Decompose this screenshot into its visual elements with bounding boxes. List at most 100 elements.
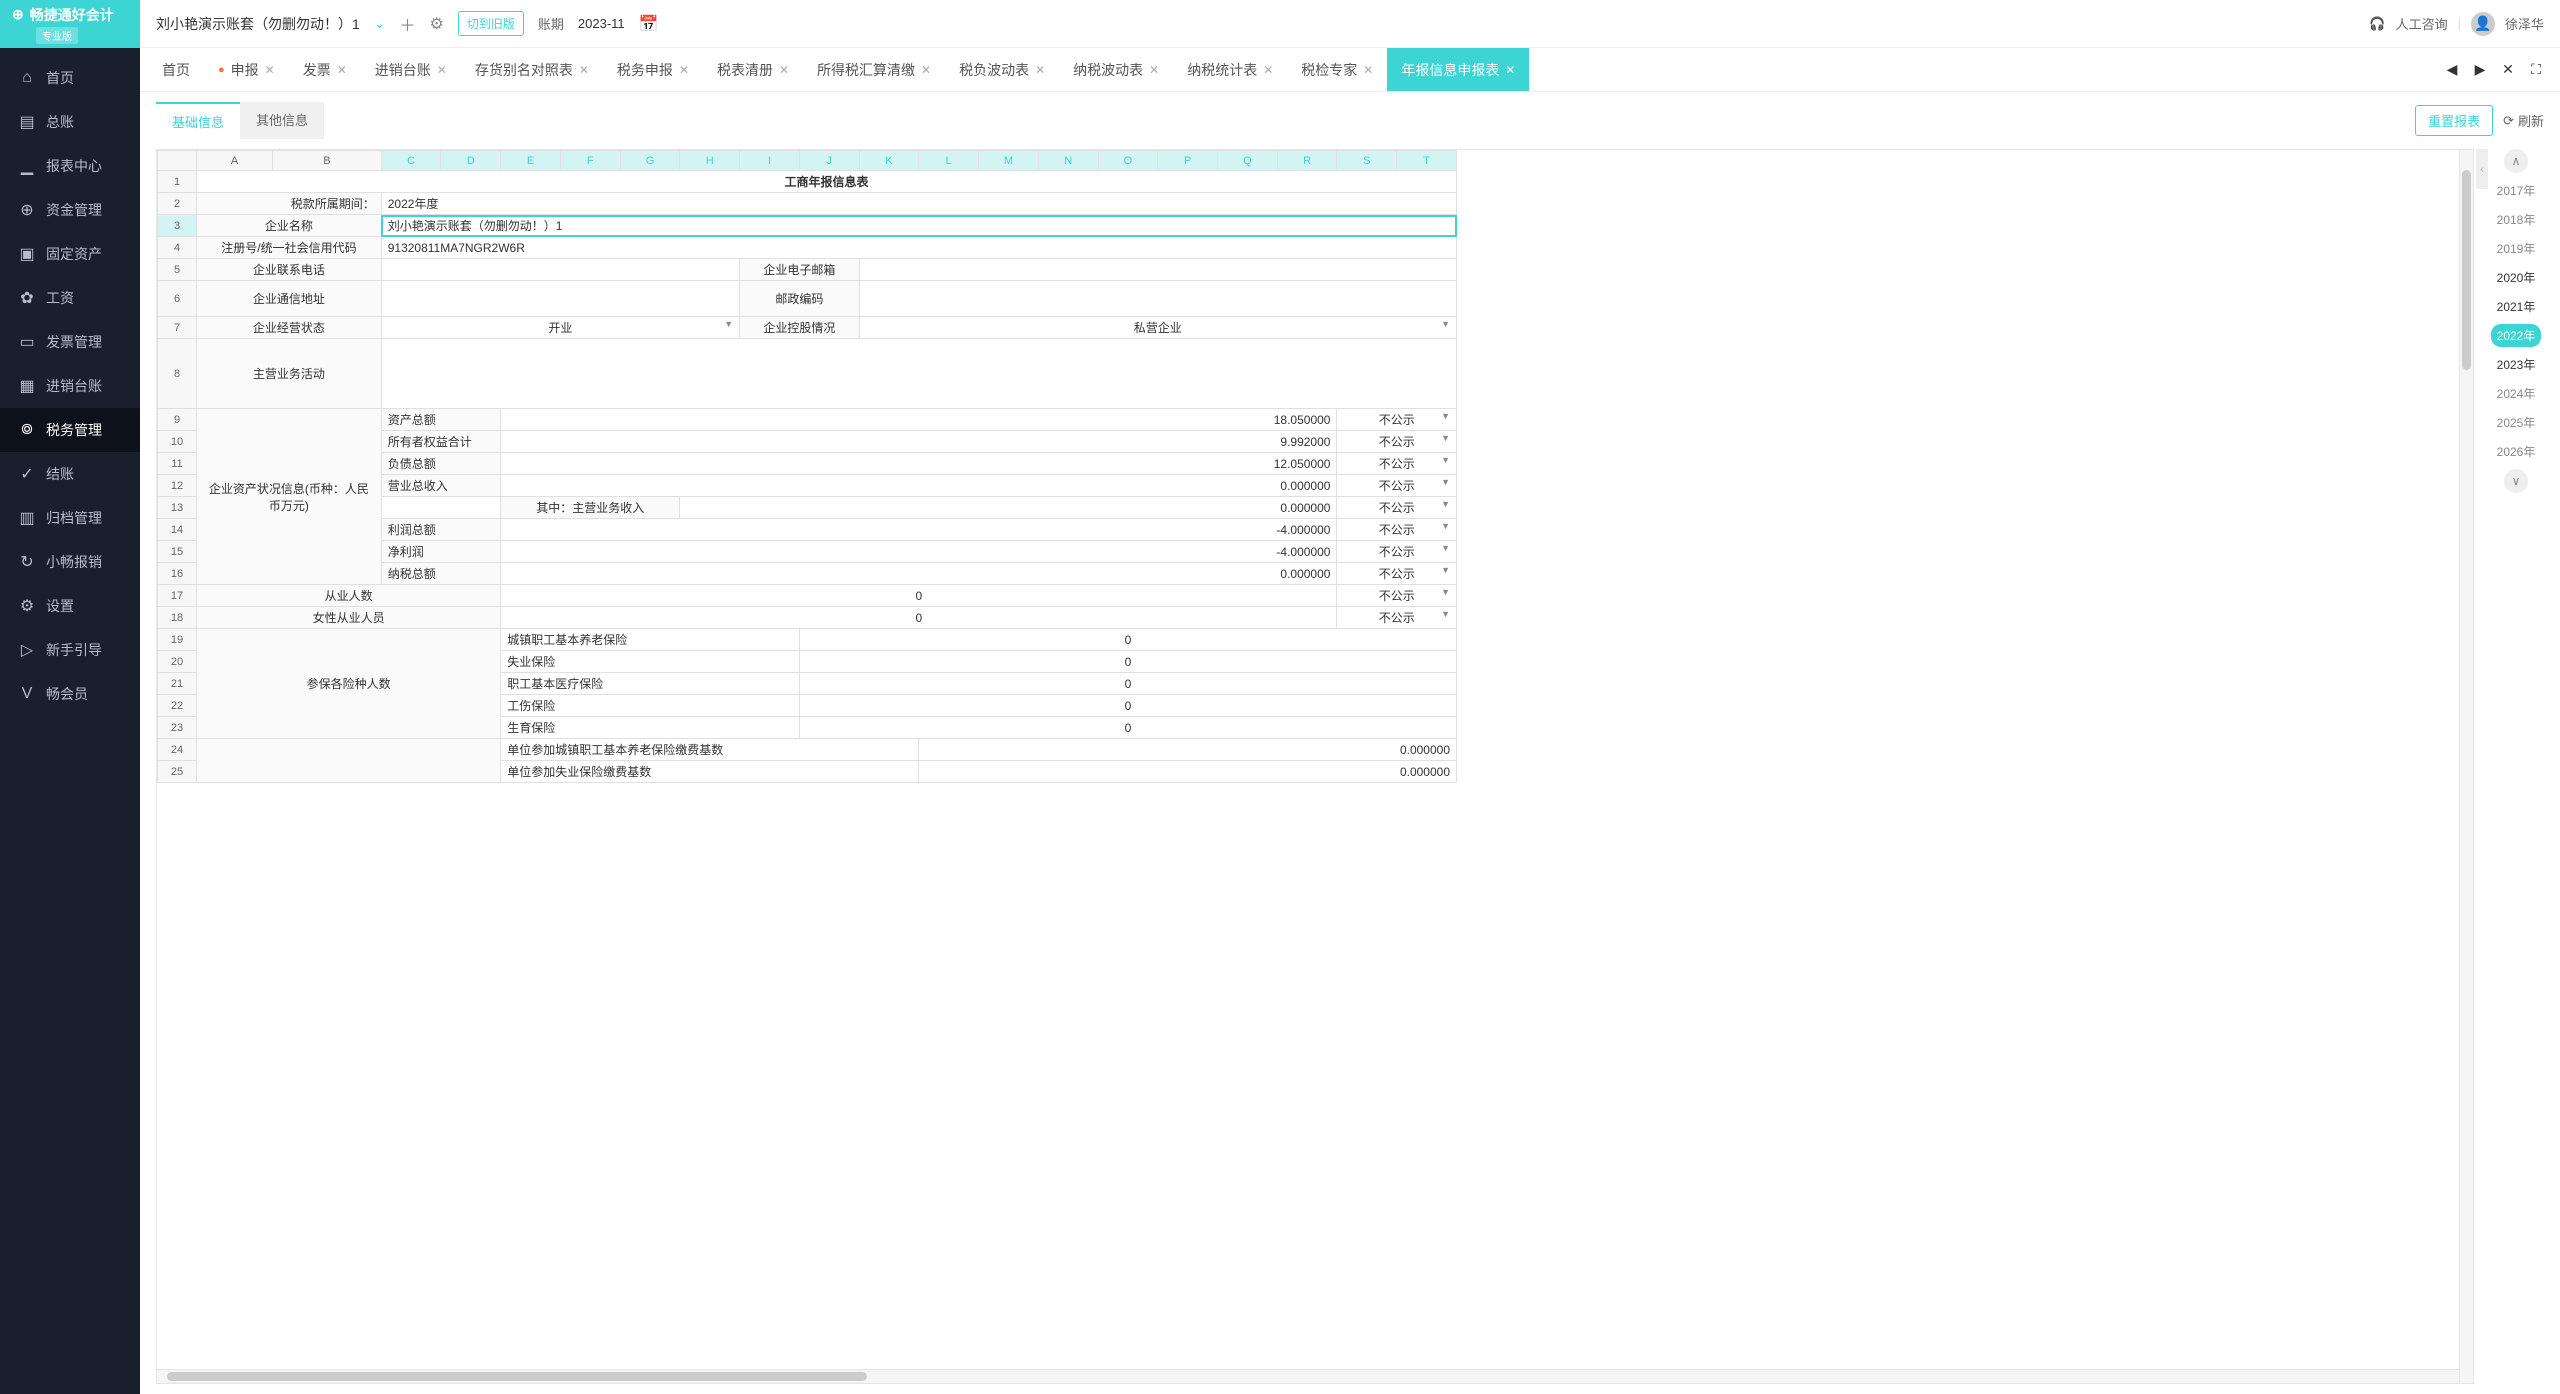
year-up-icon[interactable]: ∧ (2504, 149, 2528, 173)
refresh-button[interactable]: ⟳ 刷新 (2503, 111, 2544, 130)
publicity-select[interactable]: 不公示 (1337, 541, 1457, 563)
publicity-select[interactable]: 不公示 (1337, 475, 1457, 497)
avatar[interactable]: 👤 (2471, 12, 2495, 36)
cell-value[interactable] (381, 259, 739, 281)
row-header[interactable]: 8 (158, 339, 197, 409)
nav-item[interactable]: ▷新手引导 (0, 628, 140, 672)
tab[interactable]: 首页 (148, 48, 204, 91)
tabs-prev-icon[interactable]: ◀ (2440, 58, 2464, 82)
cell-value[interactable] (381, 281, 739, 317)
col-header[interactable]: M (979, 151, 1039, 171)
vertical-scrollbar[interactable] (2459, 150, 2473, 1383)
nav-item[interactable]: ៙税务管理 (0, 408, 140, 452)
col-header[interactable]: L (919, 151, 979, 171)
cell-value[interactable]: 9.992000 (501, 431, 1337, 453)
row-header[interactable]: 7 (158, 317, 197, 339)
gear-icon[interactable]: ⚙ (430, 14, 444, 34)
fullscreen-icon[interactable]: ⛶ (2524, 58, 2548, 82)
row-header[interactable]: 6 (158, 281, 197, 317)
nav-item[interactable]: ▤总账 (0, 100, 140, 144)
cell-value[interactable]: 0 (501, 607, 1337, 629)
tab[interactable]: 存货别名对照表✕ (461, 48, 603, 91)
reset-report-button[interactable]: 重置报表 (2415, 105, 2493, 136)
tab-close-icon[interactable]: ✕ (779, 63, 789, 77)
nav-item[interactable]: ⊕资金管理 (0, 188, 140, 232)
cell-value[interactable] (859, 281, 1456, 317)
calendar-icon[interactable]: 📅 (639, 14, 659, 34)
row-header[interactable]: 19 (158, 629, 197, 651)
row-header[interactable]: 16 (158, 563, 197, 585)
tabs-close-all-icon[interactable]: ✕ (2496, 58, 2520, 82)
nav-item[interactable]: ▥归档管理 (0, 496, 140, 540)
cell-value[interactable]: 0.000000 (680, 497, 1337, 519)
tab[interactable]: 税负波动表✕ (945, 48, 1059, 91)
status-select[interactable]: 开业 (381, 317, 739, 339)
tab[interactable]: 进销台账✕ (361, 48, 461, 91)
row-header[interactable]: 12 (158, 475, 197, 497)
publicity-select[interactable]: 不公示 (1337, 409, 1457, 431)
year-item[interactable]: 2024年 (2491, 382, 2542, 405)
col-header[interactable]: C (381, 151, 441, 171)
row-header[interactable]: 17 (158, 585, 197, 607)
cell-value[interactable] (381, 497, 500, 519)
tab[interactable]: 年报信息申报表✕ (1387, 48, 1529, 91)
tabs-next-icon[interactable]: ▶ (2468, 58, 2492, 82)
row-header[interactable]: 4 (158, 237, 197, 259)
tab-close-icon[interactable]: ✕ (1505, 63, 1515, 77)
publicity-select[interactable]: 不公示 (1337, 453, 1457, 475)
tab[interactable]: 税表清册✕ (703, 48, 803, 91)
tab-close-icon[interactable]: ✕ (921, 63, 931, 77)
col-header[interactable]: T (1397, 151, 1457, 171)
publicity-select[interactable]: 不公示 (1337, 585, 1457, 607)
col-header[interactable]: Q (1218, 151, 1278, 171)
cell-value[interactable]: 0 (799, 651, 1456, 673)
cell-value[interactable]: 0 (799, 629, 1456, 651)
cell-value[interactable]: 0 (799, 695, 1456, 717)
row-header[interactable]: 22 (158, 695, 197, 717)
row-header[interactable]: 1 (158, 171, 197, 193)
row-header[interactable]: 25 (158, 761, 197, 783)
col-header[interactable]: J (799, 151, 859, 171)
nav-item[interactable]: ↻小畅报销 (0, 540, 140, 584)
year-down-icon[interactable]: ∨ (2504, 469, 2528, 493)
tab[interactable]: 纳税统计表✕ (1173, 48, 1287, 91)
row-header[interactable]: 11 (158, 453, 197, 475)
tab[interactable]: ●申报✕ (204, 48, 289, 91)
year-item[interactable]: 2017年 (2491, 179, 2542, 202)
company-name-cell[interactable]: 刘小艳演示账套（勿删勿动！）1 (381, 215, 1456, 237)
cell-value[interactable]: -4.000000 (501, 519, 1337, 541)
row-header[interactable]: 18 (158, 607, 197, 629)
cell-value[interactable] (859, 259, 1456, 281)
cell-value[interactable]: 0 (799, 717, 1456, 739)
row-header[interactable]: 13 (158, 497, 197, 519)
tab-close-icon[interactable]: ✕ (1149, 63, 1159, 77)
tab-close-icon[interactable]: ✕ (265, 63, 275, 77)
tab-close-icon[interactable]: ✕ (679, 63, 689, 77)
publicity-select[interactable]: 不公示 (1337, 497, 1457, 519)
publicity-select[interactable]: 不公示 (1337, 563, 1457, 585)
year-item[interactable]: 2018年 (2491, 208, 2542, 231)
col-header[interactable]: D (441, 151, 501, 171)
nav-item[interactable]: ⌂首页 (0, 56, 140, 100)
nav-item[interactable]: ▭发票管理 (0, 320, 140, 364)
row-header[interactable]: 23 (158, 717, 197, 739)
cell-value[interactable]: 0 (799, 673, 1456, 695)
cell-value[interactable]: -4.000000 (501, 541, 1337, 563)
nav-item[interactable]: ⚙设置 (0, 584, 140, 628)
subtab[interactable]: 其他信息 (240, 102, 324, 139)
cell-value[interactable]: 0.000000 (501, 563, 1337, 585)
col-header[interactable]: I (740, 151, 800, 171)
add-icon[interactable]: ＋ (400, 12, 416, 36)
tab-close-icon[interactable]: ✕ (337, 63, 347, 77)
col-header[interactable]: O (1098, 151, 1158, 171)
row-header[interactable]: 9 (158, 409, 197, 431)
tab[interactable]: 所得税汇算清缴✕ (803, 48, 945, 91)
user-name[interactable]: 徐泽华 (2505, 14, 2544, 33)
year-item[interactable]: 2022年 (2491, 324, 2542, 347)
tab-close-icon[interactable]: ✕ (579, 63, 589, 77)
row-header[interactable]: 24 (158, 739, 197, 761)
cell-value[interactable]: 0.000000 (919, 761, 1457, 783)
cell-value[interactable]: 0 (501, 585, 1337, 607)
col-header[interactable]: E (501, 151, 561, 171)
year-item[interactable]: 2021年 (2491, 295, 2542, 318)
